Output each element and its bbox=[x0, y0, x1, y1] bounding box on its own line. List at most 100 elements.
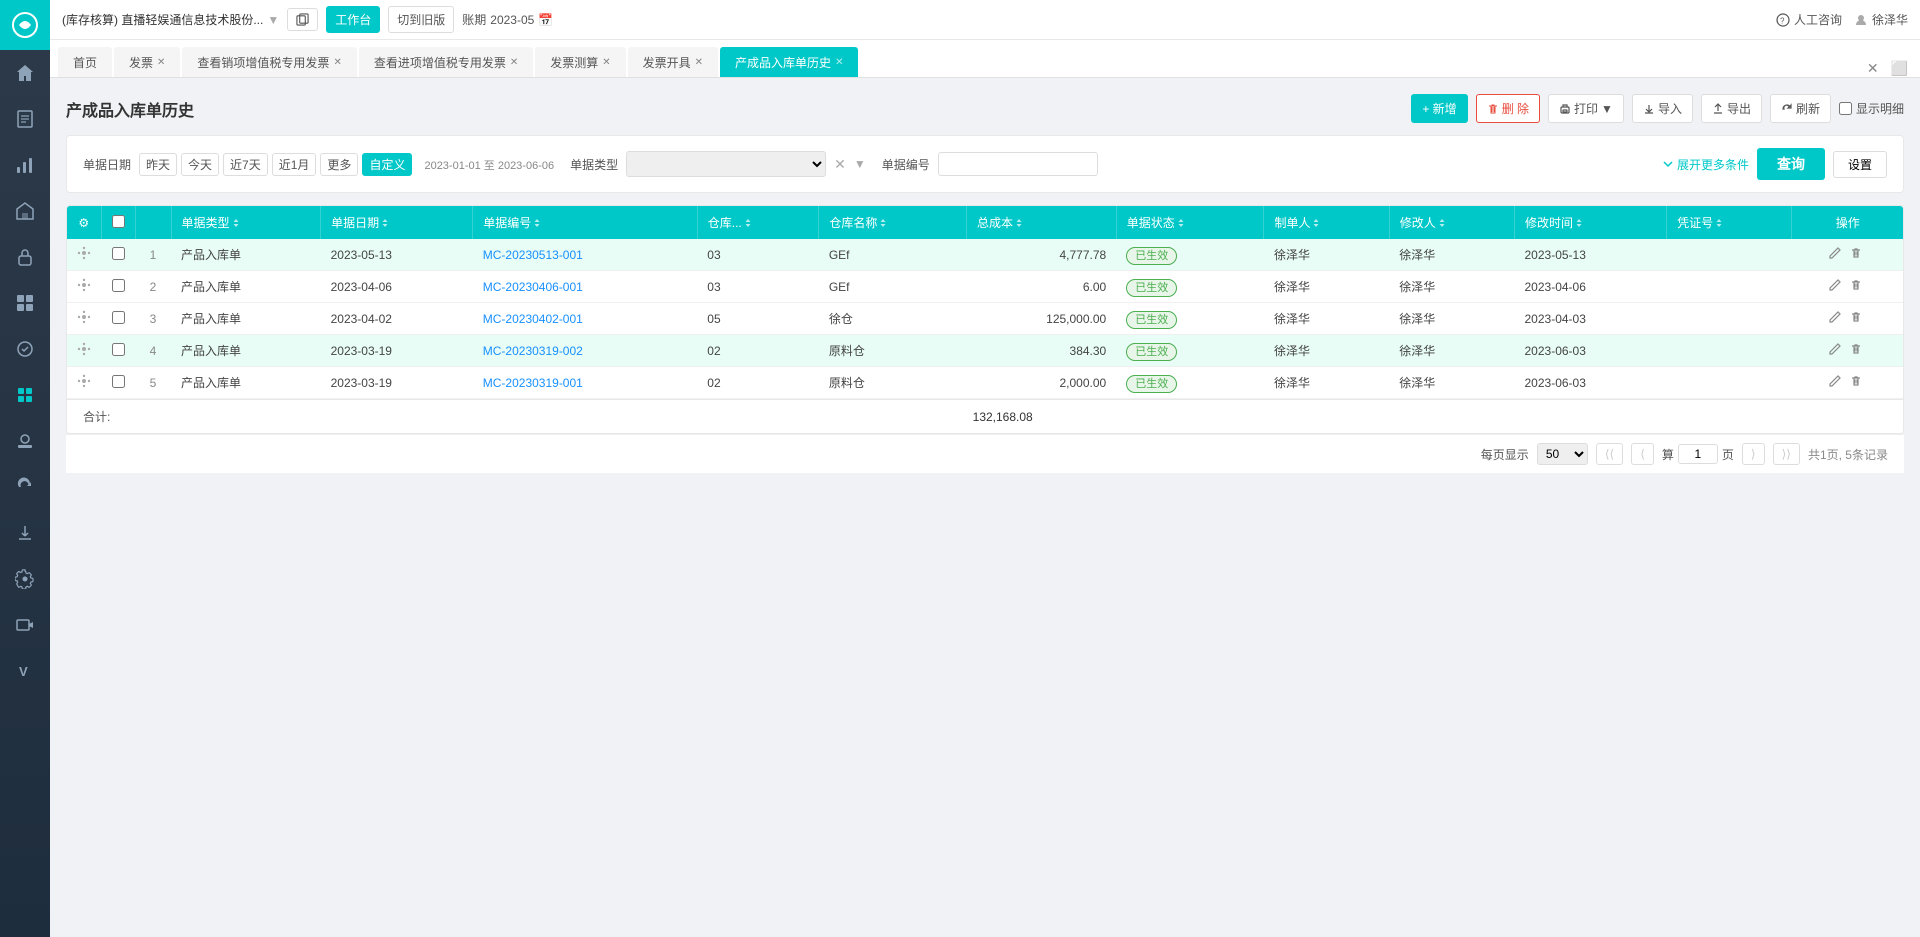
row-edit-icon[interactable] bbox=[1828, 281, 1845, 295]
page-prev-button[interactable]: ⟨ bbox=[1631, 443, 1654, 465]
sidebar-item-video[interactable] bbox=[0, 602, 50, 648]
filter-date-more[interactable]: 更多 bbox=[320, 153, 358, 176]
new-button[interactable]: + 新增 bbox=[1411, 94, 1467, 123]
th-total-cost[interactable]: 总成本 bbox=[967, 206, 1117, 239]
th-modifier[interactable]: 修改人 bbox=[1389, 206, 1514, 239]
row-edit-icon[interactable] bbox=[1828, 249, 1845, 263]
th-creator[interactable]: 制单人 bbox=[1264, 206, 1389, 239]
row-delete-icon[interactable] bbox=[1849, 377, 1863, 391]
row-checkbox[interactable] bbox=[101, 335, 135, 367]
row-settings-icon[interactable] bbox=[67, 303, 101, 335]
filter-date-1month[interactable]: 近1月 bbox=[272, 153, 317, 176]
tab-view-sales-vat[interactable]: 查看销项增值税专用发票 ✕ bbox=[182, 47, 356, 77]
row-edit-icon[interactable] bbox=[1828, 313, 1845, 327]
help-label[interactable]: ? 人工咨询 bbox=[1776, 11, 1842, 28]
row-edit-icon[interactable] bbox=[1828, 345, 1845, 359]
row-edit-icon[interactable] bbox=[1828, 377, 1845, 391]
tab-invoice-open[interactable]: 发票开具 ✕ bbox=[628, 47, 718, 77]
refresh-button[interactable]: 刷新 bbox=[1770, 94, 1831, 123]
tab-view-sales-vat-close[interactable]: ✕ bbox=[333, 57, 341, 68]
sidebar-item-product[interactable] bbox=[0, 372, 50, 418]
row-doc-number[interactable]: MC-20230513-001 bbox=[473, 239, 698, 271]
th-number[interactable]: 单据编号 bbox=[473, 206, 698, 239]
row-checkbox[interactable] bbox=[101, 303, 135, 335]
page-first-button[interactable]: ⟨⟨ bbox=[1596, 443, 1623, 465]
filter-date-today[interactable]: 今天 bbox=[181, 153, 219, 176]
th-warehouse-code[interactable]: 仓库... bbox=[697, 206, 819, 239]
filter-date-7days[interactable]: 近7天 bbox=[223, 153, 268, 176]
user-info[interactable]: 徐泽华 bbox=[1854, 11, 1908, 28]
sidebar-item-v[interactable]: V bbox=[0, 648, 50, 694]
sidebar-item-chart[interactable] bbox=[0, 142, 50, 188]
delete-button[interactable]: 删 除 bbox=[1476, 94, 1540, 123]
row-settings-icon[interactable] bbox=[67, 335, 101, 367]
row-delete-icon[interactable] bbox=[1849, 281, 1863, 295]
row-delete-icon[interactable] bbox=[1849, 249, 1863, 263]
row-checkbox[interactable] bbox=[101, 271, 135, 303]
tab-product-history-close[interactable]: ✕ bbox=[835, 57, 843, 68]
sidebar-item-settings[interactable] bbox=[0, 556, 50, 602]
filter-query-button[interactable]: 查询 bbox=[1757, 148, 1825, 180]
sidebar-item-stamp[interactable] bbox=[0, 418, 50, 464]
page-last-button[interactable]: ⟩⟩ bbox=[1773, 443, 1800, 465]
th-date[interactable]: 单据日期 bbox=[321, 206, 473, 239]
print-dropdown-icon[interactable]: ▼ bbox=[1601, 102, 1613, 116]
row-checkbox[interactable] bbox=[101, 367, 135, 399]
import-button[interactable]: 导入 bbox=[1632, 94, 1693, 123]
tab-expand[interactable]: ⬜ bbox=[1887, 60, 1912, 77]
row-doc-number[interactable]: MC-20230402-001 bbox=[473, 303, 698, 335]
select-all-checkbox[interactable] bbox=[112, 215, 125, 228]
calendar-icon[interactable]: 📅 bbox=[538, 13, 553, 27]
th-warehouse-name[interactable]: 仓库名称 bbox=[819, 206, 967, 239]
row-doc-number[interactable]: MC-20230319-002 bbox=[473, 335, 698, 367]
row-delete-icon[interactable] bbox=[1849, 345, 1863, 359]
sidebar-item-lock[interactable] bbox=[0, 234, 50, 280]
company-dropdown-icon[interactable]: ▼ bbox=[267, 13, 279, 27]
sidebar-item-warehouse[interactable] bbox=[0, 188, 50, 234]
filter-date-custom[interactable]: 自定义 bbox=[362, 153, 412, 176]
th-voucher[interactable]: 凭证号 bbox=[1667, 206, 1792, 239]
th-settings[interactable]: ⚙ bbox=[67, 206, 101, 239]
th-status[interactable]: 单据状态 bbox=[1116, 206, 1264, 239]
switch-button[interactable]: 切到旧版 bbox=[388, 6, 454, 33]
per-page-select[interactable]: 20 50 100 200 bbox=[1537, 443, 1588, 465]
filter-type-select[interactable] bbox=[626, 151, 826, 177]
tab-home[interactable]: 首页 bbox=[58, 47, 112, 77]
display-toggle-label[interactable]: 显示明细 bbox=[1856, 100, 1904, 117]
sidebar-item-orders[interactable] bbox=[0, 326, 50, 372]
page-next-button[interactable]: ⟩ bbox=[1742, 443, 1765, 465]
th-checkbox[interactable] bbox=[101, 206, 135, 239]
tab-invoice-close[interactable]: ✕ bbox=[157, 57, 165, 68]
row-delete-icon[interactable] bbox=[1849, 313, 1863, 327]
filter-date-yesterday[interactable]: 昨天 bbox=[139, 153, 177, 176]
sidebar-item-download[interactable] bbox=[0, 510, 50, 556]
page-number-input[interactable] bbox=[1678, 444, 1718, 464]
row-settings-icon[interactable] bbox=[67, 271, 101, 303]
workbench-button[interactable]: 工作台 bbox=[326, 6, 380, 33]
tab-invoice-calc[interactable]: 发票测算 ✕ bbox=[535, 47, 625, 77]
filter-type-clear-icon[interactable]: ✕ bbox=[834, 156, 846, 173]
tab-invoice[interactable]: 发票 ✕ bbox=[114, 47, 180, 77]
th-modify-time[interactable]: 修改时间 bbox=[1515, 206, 1667, 239]
tab-close-all[interactable]: ✕ bbox=[1863, 60, 1883, 77]
display-toggle-checkbox[interactable] bbox=[1839, 102, 1852, 115]
tab-invoice-calc-close[interactable]: ✕ bbox=[602, 57, 610, 68]
sidebar-item-grid[interactable] bbox=[0, 280, 50, 326]
th-type[interactable]: 单据类型 bbox=[171, 206, 321, 239]
row-settings-icon[interactable] bbox=[67, 367, 101, 399]
tab-view-input-vat[interactable]: 查看进项增值税专用发票 ✕ bbox=[359, 47, 533, 77]
sidebar-item-invoice[interactable] bbox=[0, 96, 50, 142]
filter-expand-btn[interactable]: 展开更多条件 bbox=[1662, 156, 1749, 173]
sidebar-item-home[interactable] bbox=[0, 50, 50, 96]
sidebar-item-refresh[interactable] bbox=[0, 464, 50, 510]
filter-type-dropdown-icon[interactable]: ▼ bbox=[854, 157, 866, 171]
tab-product-history[interactable]: 产成品入库单历史 ✕ bbox=[720, 47, 858, 77]
export-button[interactable]: 导出 bbox=[1701, 94, 1762, 123]
print-button[interactable]: 打印 ▼ bbox=[1548, 94, 1624, 123]
row-checkbox[interactable] bbox=[101, 239, 135, 271]
row-settings-icon[interactable] bbox=[67, 239, 101, 271]
row-doc-number[interactable]: MC-20230319-001 bbox=[473, 367, 698, 399]
filter-set-button[interactable]: 设置 bbox=[1833, 151, 1887, 178]
tab-invoice-open-close[interactable]: ✕ bbox=[695, 57, 703, 68]
row-doc-number[interactable]: MC-20230406-001 bbox=[473, 271, 698, 303]
